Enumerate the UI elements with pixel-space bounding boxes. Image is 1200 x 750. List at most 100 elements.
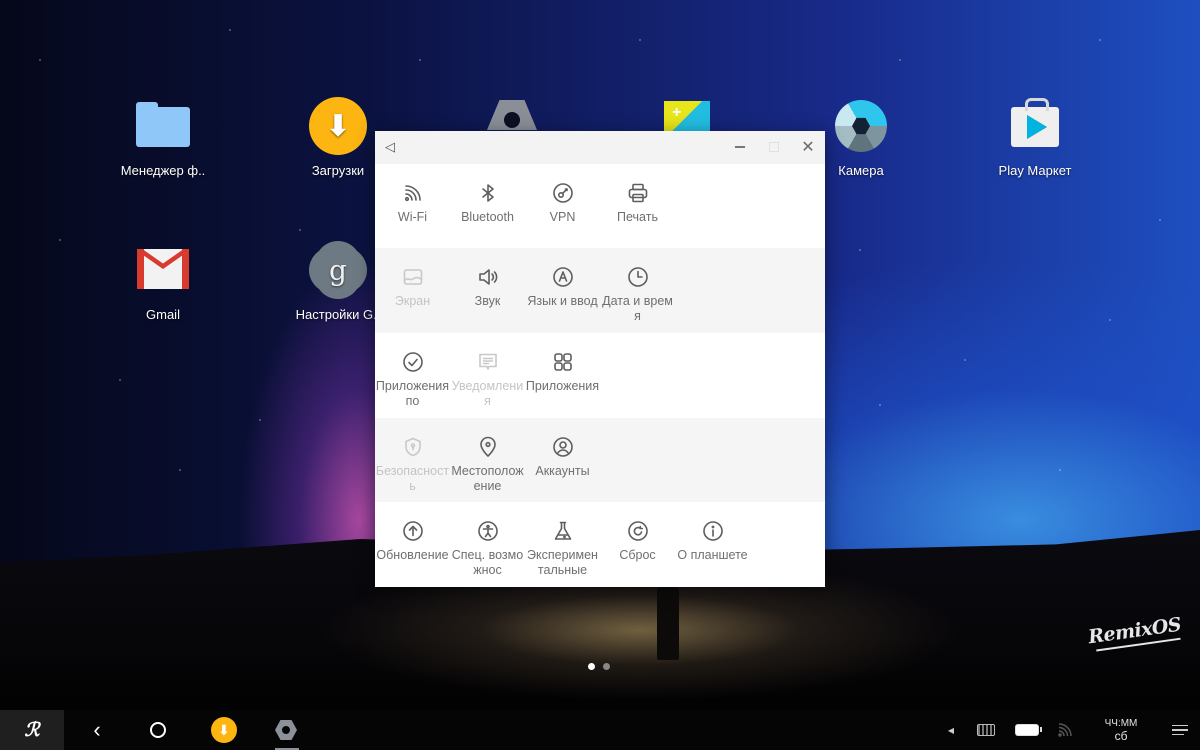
settings-window: ◁ ✕ Wi-Fi Bluetooth VPN Печать Экран Зву…: [375, 131, 825, 587]
nav-home-button[interactable]: [138, 710, 178, 750]
taskbar: ℛ ‹ ⬇ ◀ ЧЧ:ММ сб: [0, 710, 1200, 750]
tray-clock[interactable]: ЧЧ:ММ сб: [1097, 710, 1145, 750]
settings-tile-label: Уведомления: [451, 379, 524, 409]
window-titlebar[interactable]: ◁ ✕: [375, 131, 825, 164]
accessibility-icon: [476, 519, 500, 543]
wifi-icon: [401, 181, 425, 205]
download-icon: ⬇: [211, 717, 237, 743]
settings-section-apps: Приложения по Уведомления Приложения: [375, 333, 825, 418]
default-apps-icon: [401, 350, 425, 374]
settings-tile-accounts[interactable]: Аккаунты: [525, 435, 600, 479]
maximize-button[interactable]: [765, 138, 783, 156]
app-icon-partial[interactable]: [664, 101, 710, 131]
settings-tile-print[interactable]: Печать: [600, 181, 675, 225]
location-pin-icon: [476, 435, 500, 459]
start-menu-button[interactable]: ℛ: [0, 710, 64, 750]
settings-tile-label: Экран: [394, 294, 431, 309]
tray-expand-button[interactable]: ◀: [944, 710, 958, 750]
settings-tile-security[interactable]: Безопасность: [375, 435, 450, 494]
settings-tile-date-time[interactable]: Дата и время: [600, 265, 675, 324]
gmail-icon: [134, 241, 192, 299]
settings-tile-label: Печать: [617, 209, 658, 224]
settings-tile-reset[interactable]: Сброс: [600, 519, 675, 563]
wallpaper-figure: [657, 585, 679, 660]
settings-tile-label: VPN: [549, 209, 576, 224]
play-store-icon: [1006, 97, 1064, 155]
account-icon: [551, 435, 575, 459]
wifi-signal-icon: [1058, 723, 1072, 737]
nav-back-button[interactable]: ‹: [77, 710, 117, 750]
menu-line: [1172, 729, 1188, 731]
tray-battery[interactable]: [1013, 710, 1042, 750]
settings-tile-accessibility[interactable]: Спец. возможнос: [450, 519, 525, 578]
minimize-button[interactable]: [731, 138, 749, 156]
desktop-icon-label: Настройки G..: [295, 307, 381, 322]
settings-tile-label: Дата и время: [602, 294, 673, 324]
taskbar-app-settings[interactable]: [266, 710, 306, 750]
settings-tile-wifi[interactable]: Wi-Fi: [375, 181, 450, 225]
settings-tile-bluetooth[interactable]: Bluetooth: [450, 181, 525, 225]
settings-tile-notifications[interactable]: Уведомления: [450, 350, 525, 409]
remix-logo-icon: ℛ: [24, 719, 40, 741]
settings-tile-vpn[interactable]: VPN: [525, 181, 600, 225]
settings-tile-language[interactable]: Язык и ввод: [525, 265, 600, 309]
settings-section-personal: Безопасность Местоположение Аккаунты: [375, 417, 825, 503]
display-icon: [401, 265, 425, 289]
settings-tile-label: Аккаунты: [535, 463, 590, 478]
desktop-icon-play-store[interactable]: Play Маркет: [960, 97, 1110, 178]
settings-tile-experimental[interactable]: Эксперименталь­ные: [525, 519, 600, 578]
settings-section-network: Wi-Fi Bluetooth VPN Печать: [375, 164, 825, 249]
back-chevron-icon: ‹: [93, 717, 101, 742]
settings-tile-label: Безопасность: [375, 463, 450, 493]
settings-tile-display[interactable]: Экран: [375, 265, 450, 309]
taskbar-app-downloads[interactable]: ⬇: [204, 710, 244, 750]
settings-tile-sound[interactable]: Звук: [450, 265, 525, 309]
desktop-icon-label: Менеджер ф..: [120, 163, 206, 178]
page-dot[interactable]: [603, 663, 610, 670]
close-button[interactable]: ✕: [799, 138, 817, 156]
desktop-icon-file-manager[interactable]: Менеджер ф..: [88, 97, 238, 178]
notification-center-button[interactable]: [1168, 710, 1192, 750]
settings-tile-label: Сброс: [619, 548, 656, 563]
settings-tile-label: Спец. возможнос: [451, 548, 524, 578]
language-icon: [551, 265, 575, 289]
minimize-icon: [735, 146, 745, 148]
reset-icon: [626, 519, 650, 543]
settings-tile-label: Звук: [474, 294, 501, 309]
triangle-left-icon: ◀: [947, 725, 955, 735]
settings-tile-label: Местоположение: [451, 463, 524, 493]
tray-wifi[interactable]: [1055, 710, 1075, 750]
settings-section-system: Обновление Спец. возможнос Экспериментал…: [375, 502, 825, 587]
desktop-icon-gmail[interactable]: Gmail: [88, 241, 238, 322]
settings-tile-label: О планшете: [677, 548, 748, 563]
info-icon: [701, 519, 725, 543]
settings-tile-label: Язык и ввод: [527, 294, 598, 309]
settings-tile-about-tablet[interactable]: О планшете: [675, 519, 750, 563]
tray-keyboard-button[interactable]: [975, 710, 997, 750]
page-indicator: [588, 663, 610, 670]
keyboard-icon: [977, 724, 995, 736]
settings-tile-label: Обновление: [376, 548, 449, 563]
apps-grid-icon: [551, 350, 575, 374]
settings-tile-update[interactable]: Обновление: [375, 519, 450, 563]
settings-tile-apps[interactable]: Приложения: [525, 350, 600, 394]
bluetooth-icon: [476, 181, 500, 205]
settings-section-device: Экран Звук Язык и ввод Дата и время: [375, 248, 825, 334]
desktop-icon-label: Загрузки: [311, 163, 365, 178]
settings-tile-location[interactable]: Местоположение: [450, 435, 525, 494]
sound-icon: [476, 265, 500, 289]
settings-tile-default-apps[interactable]: Приложения по: [375, 350, 450, 409]
settings-tile-label: Приложения по: [375, 379, 450, 409]
download-icon: ⬇: [309, 97, 367, 155]
desktop-icon-label: Play Маркет: [998, 163, 1072, 178]
desktop-icon-label: Gmail: [146, 307, 180, 322]
settings-tile-label: Приложения: [525, 379, 600, 394]
menu-line: [1172, 733, 1184, 736]
menu-line: [1172, 724, 1188, 727]
page-dot-active[interactable]: [588, 663, 595, 670]
back-arrow-icon[interactable]: ◁: [385, 139, 401, 155]
settings-hex-icon: [275, 720, 297, 740]
security-shield-icon: [401, 435, 425, 459]
vpn-icon: [551, 181, 575, 205]
update-icon: [401, 519, 425, 543]
